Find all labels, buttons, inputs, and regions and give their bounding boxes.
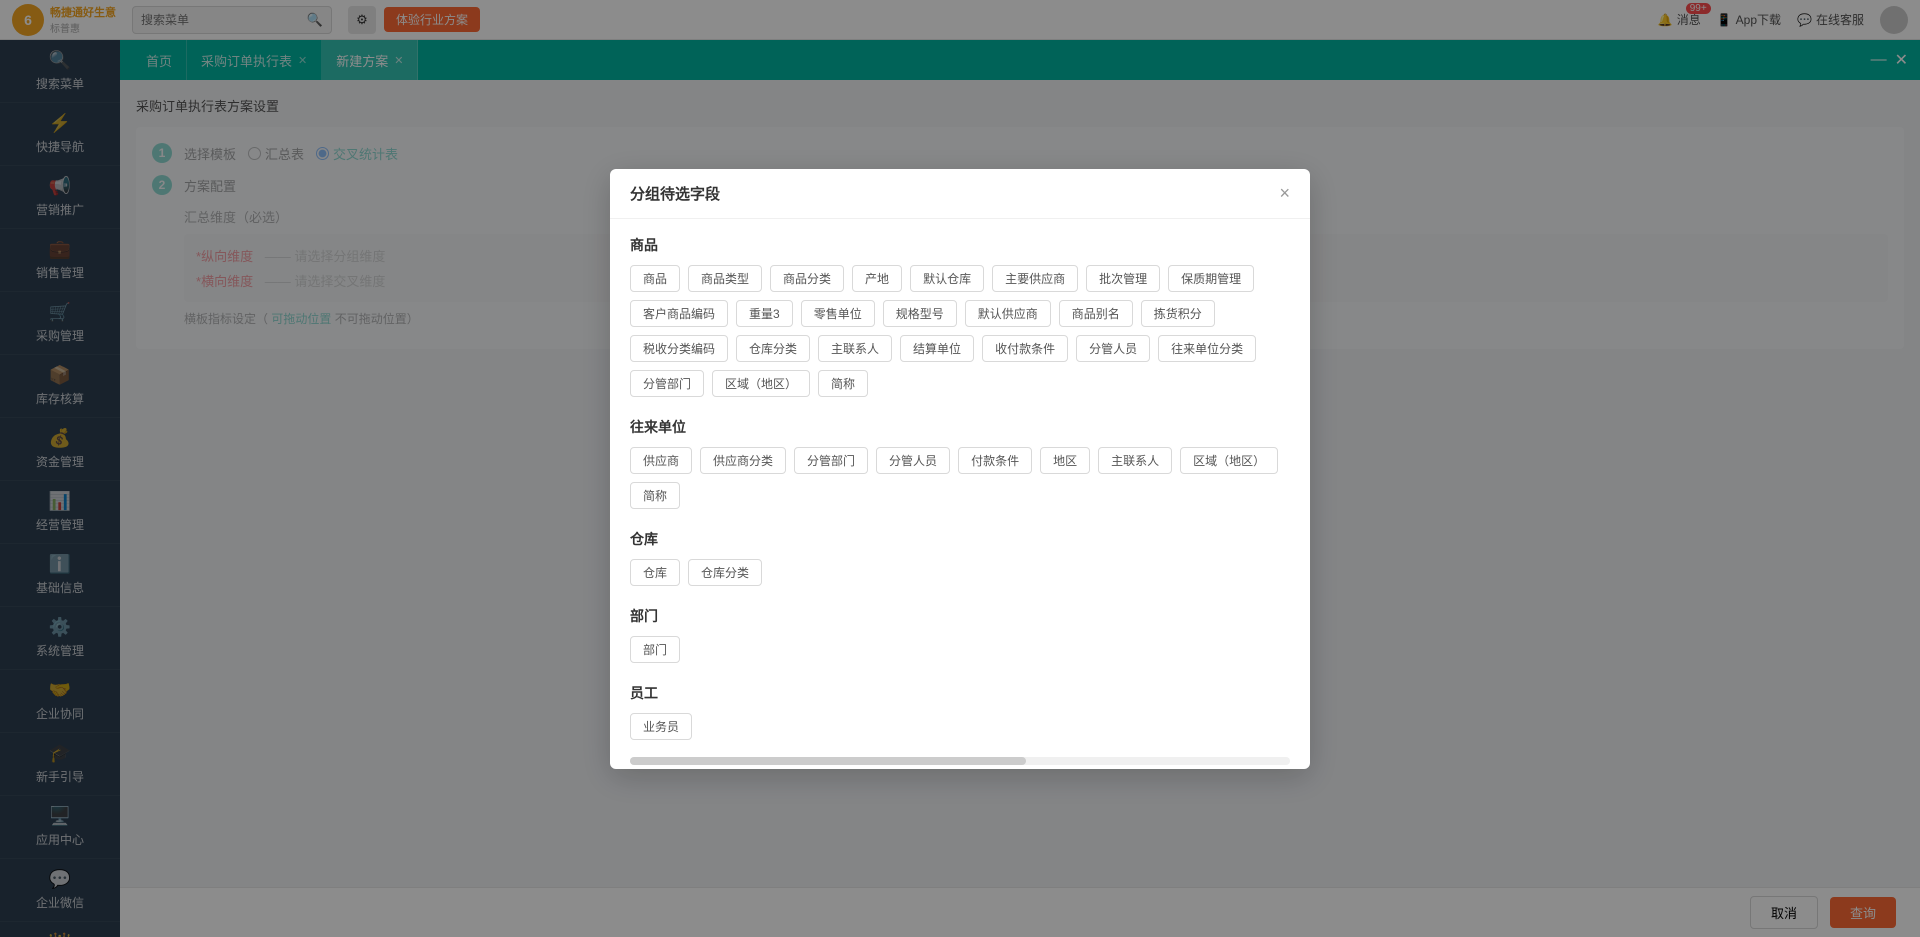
field-chip-goods-12[interactable]: 默认供应商 <box>965 300 1051 327</box>
field-chip-partners-5[interactable]: 地区 <box>1040 447 1090 474</box>
field-chip-goods-10[interactable]: 零售单位 <box>801 300 875 327</box>
field-chip-partners-7[interactable]: 区域（地区） <box>1180 447 1278 474</box>
field-grid-dept: 部门 <box>630 636 1290 663</box>
field-chip-partners-2[interactable]: 分管部门 <box>794 447 868 474</box>
field-chip-goods-0[interactable]: 商品 <box>630 265 680 292</box>
field-chip-goods-21[interactable]: 往来单位分类 <box>1158 335 1256 362</box>
field-chip-goods-14[interactable]: 拣货积分 <box>1141 300 1215 327</box>
section-title-goods: 商品 <box>630 235 1290 255</box>
field-grid-employee: 业务员 <box>630 713 1290 740</box>
field-chip-goods-16[interactable]: 仓库分类 <box>736 335 810 362</box>
field-chip-goods-8[interactable]: 客户商品编码 <box>630 300 728 327</box>
field-chip-goods-17[interactable]: 主联系人 <box>818 335 892 362</box>
field-chip-partners-0[interactable]: 供应商 <box>630 447 692 474</box>
field-chip-goods-2[interactable]: 商品分类 <box>770 265 844 292</box>
field-chip-partners-8[interactable]: 简称 <box>630 482 680 509</box>
field-chip-warehouse-0[interactable]: 仓库 <box>630 559 680 586</box>
field-chip-goods-9[interactable]: 重量3 <box>736 300 793 327</box>
field-chip-partners-6[interactable]: 主联系人 <box>1098 447 1172 474</box>
field-grid-partners: 供应商供应商分类分管部门分管人员付款条件地区主联系人区域（地区） 简称 <box>630 447 1290 509</box>
field-chip-employee-0[interactable]: 业务员 <box>630 713 692 740</box>
field-chip-partners-3[interactable]: 分管人员 <box>876 447 950 474</box>
modal-body[interactable]: 商品商品商品类型商品分类产地默认仓库主要供应商批次管理保质期管理客户商品编码重量… <box>610 219 1310 753</box>
field-chip-goods-3[interactable]: 产地 <box>852 265 902 292</box>
field-chip-goods-13[interactable]: 商品别名 <box>1059 300 1133 327</box>
field-chip-goods-5[interactable]: 主要供应商 <box>992 265 1078 292</box>
modal-title: 分组待选字段 <box>630 183 720 204</box>
field-chip-goods-24[interactable]: 简称 <box>818 370 868 397</box>
section-title-partners: 往来单位 <box>630 417 1290 437</box>
field-chip-goods-4[interactable]: 默认仓库 <box>910 265 984 292</box>
field-grid-goods: 商品商品类型商品分类产地默认仓库主要供应商批次管理保质期管理客户商品编码重量3 零… <box>630 265 1290 397</box>
modal-overlay: 分组待选字段 × 商品商品商品类型商品分类产地默认仓库主要供应商批次管理保质期管… <box>0 0 1920 937</box>
field-chip-goods-22[interactable]: 分管部门 <box>630 370 704 397</box>
field-chip-partners-4[interactable]: 付款条件 <box>958 447 1032 474</box>
field-chip-dept-0[interactable]: 部门 <box>630 636 680 663</box>
section-goods: 商品商品商品类型商品分类产地默认仓库主要供应商批次管理保质期管理客户商品编码重量… <box>630 235 1290 397</box>
section-partners: 往来单位供应商供应商分类分管部门分管人员付款条件地区主联系人区域（地区） 简称 <box>630 417 1290 509</box>
field-chip-partners-1[interactable]: 供应商分类 <box>700 447 786 474</box>
field-chip-goods-20[interactable]: 分管人员 <box>1076 335 1150 362</box>
horizontal-scrollbar[interactable] <box>630 757 1290 765</box>
modal-dialog: 分组待选字段 × 商品商品商品类型商品分类产地默认仓库主要供应商批次管理保质期管… <box>610 169 1310 769</box>
field-chip-goods-15[interactable]: 税收分类编码 <box>630 335 728 362</box>
section-dept: 部门部门 <box>630 606 1290 663</box>
field-chip-goods-6[interactable]: 批次管理 <box>1086 265 1160 292</box>
section-employee: 员工业务员 <box>630 683 1290 740</box>
field-chip-goods-11[interactable]: 规格型号 <box>883 300 957 327</box>
modal-header: 分组待选字段 × <box>610 169 1310 219</box>
field-chip-goods-1[interactable]: 商品类型 <box>688 265 762 292</box>
field-chip-goods-19[interactable]: 收付款条件 <box>982 335 1068 362</box>
section-title-employee: 员工 <box>630 683 1290 703</box>
section-title-dept: 部门 <box>630 606 1290 626</box>
field-chip-goods-23[interactable]: 区域（地区） <box>712 370 810 397</box>
modal-close-button[interactable]: × <box>1279 183 1290 204</box>
section-warehouse: 仓库仓库仓库分类 <box>630 529 1290 586</box>
field-grid-warehouse: 仓库仓库分类 <box>630 559 1290 586</box>
scrollbar-thumb <box>630 757 1026 765</box>
field-chip-warehouse-1[interactable]: 仓库分类 <box>688 559 762 586</box>
field-chip-goods-18[interactable]: 结算单位 <box>900 335 974 362</box>
section-title-warehouse: 仓库 <box>630 529 1290 549</box>
field-chip-goods-7[interactable]: 保质期管理 <box>1168 265 1254 292</box>
